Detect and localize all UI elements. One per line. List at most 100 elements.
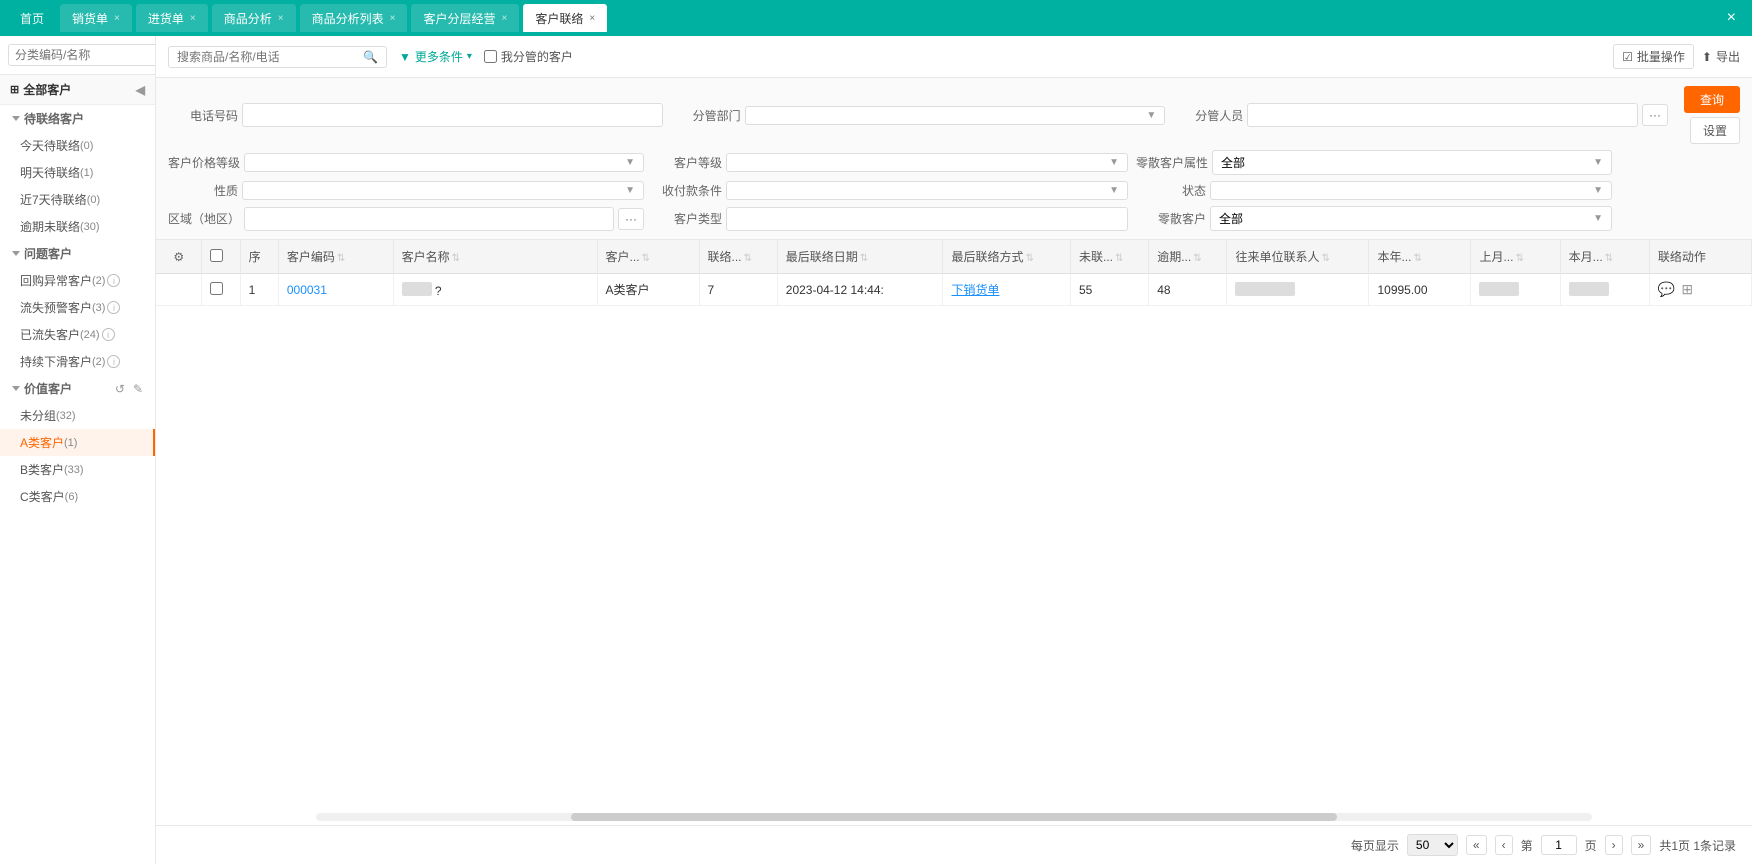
filter-customer-grade-select[interactable]: ▼	[726, 153, 1128, 172]
row-select-checkbox[interactable]	[210, 282, 223, 295]
settings-button[interactable]: 设置	[1690, 117, 1740, 144]
payment-caret: ▼	[1109, 185, 1119, 196]
tab-product-analysis[interactable]: 商品分析 ×	[212, 4, 296, 32]
filter-dept-select[interactable]: ▼	[745, 106, 1166, 125]
close-sales-tab[interactable]: ×	[114, 13, 120, 24]
col-settings[interactable]: ⚙	[156, 240, 202, 274]
sidebar-search-input[interactable]	[8, 44, 156, 66]
page-number-input[interactable]	[1541, 835, 1577, 855]
close-product-analysis-list-tab[interactable]: ×	[390, 13, 396, 24]
col-last-month-header[interactable]: 上月...⇅	[1471, 240, 1560, 274]
batch-op-button[interactable]: ☑ 批量操作	[1613, 44, 1694, 69]
close-all-button[interactable]: ×	[1719, 9, 1744, 27]
col-last-method-header[interactable]: 最后联络方式⇅	[943, 240, 1070, 274]
row-last-method[interactable]: 下销货单	[943, 274, 1070, 306]
more-filter-button[interactable]: ▼ 更多条件 ▾	[399, 48, 472, 65]
col-name-header[interactable]: 客户名称⇅	[393, 240, 597, 274]
edit-value-btn[interactable]: ✎	[131, 382, 145, 396]
col-this-month-header[interactable]: 本月...⇅	[1560, 240, 1649, 274]
h-scrollbar-track[interactable]	[316, 813, 1592, 821]
sidebar-item-today[interactable]: 今天待联络(0)	[0, 132, 155, 159]
close-customer-tier-tab[interactable]: ×	[501, 13, 507, 24]
tab-purchase[interactable]: 进货单 ×	[136, 4, 208, 32]
tab-customer-contact[interactable]: 客户联络 ×	[523, 4, 607, 32]
comment-action-icon[interactable]: 💬	[1658, 281, 1675, 298]
close-product-analysis-tab[interactable]: ×	[278, 13, 284, 24]
filter-retail: 零散客户 全部 ▼	[1136, 206, 1612, 231]
query-button[interactable]: 查询	[1684, 86, 1740, 113]
pagination-bar: 每页显示 50 100 200 « ‹ 第 页 › » 共1页 1条记录	[156, 825, 1752, 864]
info-icon-declining[interactable]: i	[107, 355, 120, 368]
select-all-checkbox[interactable]	[210, 249, 223, 262]
filter-region-input[interactable]	[244, 207, 614, 231]
info-icon-lost[interactable]: i	[102, 328, 115, 341]
filter-retail-attr-select[interactable]: 全部 ▼	[1212, 150, 1612, 175]
filter-retail-select[interactable]: 全部 ▼	[1210, 206, 1612, 231]
sidebar-item-7days[interactable]: 近7天待联络(0)	[0, 186, 155, 213]
export-button[interactable]: ⬆ 导出	[1702, 48, 1740, 65]
col-contact-count-header[interactable]: 联络...⇅	[699, 240, 777, 274]
prev-page-button[interactable]: ‹	[1495, 835, 1513, 855]
tab-home[interactable]: 首页	[8, 4, 56, 32]
row-code[interactable]: 000031	[278, 274, 393, 306]
action-icons: 💬 ⊞	[1658, 281, 1743, 298]
sidebar-item-class-b[interactable]: B类客户(33)	[0, 456, 155, 483]
tab-sales[interactable]: 销货单 ×	[60, 4, 132, 32]
sidebar-group-pending[interactable]: 待联络客户	[0, 105, 155, 132]
sidebar-item-churn-warning[interactable]: 流失预警客户(3) i	[0, 294, 155, 321]
page-size-select[interactable]: 50 100 200	[1407, 834, 1458, 856]
sidebar-item-class-a[interactable]: A类客户(1)	[0, 429, 155, 456]
close-purchase-tab[interactable]: ×	[190, 13, 196, 24]
my-customers-checkbox[interactable]	[484, 50, 497, 63]
filter-customer-type-input[interactable]	[726, 207, 1128, 231]
col-contacts-header[interactable]: 往来单位联系人⇅	[1227, 240, 1369, 274]
sidebar-group-problem[interactable]: 问题客户	[0, 240, 155, 267]
col-overdue-header[interactable]: 逾期...⇅	[1149, 240, 1227, 274]
close-customer-contact-tab[interactable]: ×	[589, 13, 595, 24]
sidebar-item-declining[interactable]: 持续下滑客户(2) i	[0, 348, 155, 375]
sidebar-group-value[interactable]: 价值客户 ↺ ✎	[0, 375, 155, 402]
col-last-date-header[interactable]: 最后联络日期⇅	[777, 240, 943, 274]
row-checkbox[interactable]	[202, 274, 240, 306]
tab-customer-tier[interactable]: 客户分层经营 ×	[411, 4, 519, 32]
info-icon-churn[interactable]: i	[107, 301, 120, 314]
sidebar-all-customers[interactable]: ⊞ 全部客户 ◀	[0, 75, 155, 105]
col-uncontacted-header[interactable]: 未联...⇅	[1070, 240, 1148, 274]
first-page-button[interactable]: «	[1466, 835, 1487, 855]
col-code-header[interactable]: 客户编码⇅	[278, 240, 393, 274]
search-icon[interactable]: 🔍	[363, 50, 378, 64]
filter-nature-select[interactable]: ▼	[242, 181, 644, 200]
tab-product-analysis-list[interactable]: 商品分析列表 ×	[300, 4, 408, 32]
filter-retail-attr: 零散客户属性 全部 ▼	[1136, 150, 1612, 175]
col-checkbox-header[interactable]	[202, 240, 240, 274]
info-icon-abnormal[interactable]: i	[107, 274, 120, 287]
last-method-link[interactable]: 下销货单	[951, 283, 999, 297]
my-customers-checkbox-area[interactable]: 我分管的客户	[484, 48, 573, 65]
filter-payment-select[interactable]: ▼	[726, 181, 1128, 200]
sidebar-item-unclassified[interactable]: 未分组(32)	[0, 402, 155, 429]
h-scrollbar-thumb[interactable]	[571, 813, 1337, 821]
next-page-button[interactable]: ›	[1605, 835, 1623, 855]
filter-manager-dots[interactable]: ···	[1642, 104, 1668, 126]
col-customer-type-header[interactable]: 客户...⇅	[597, 240, 699, 274]
filter-region-dots[interactable]: ···	[618, 208, 644, 230]
table-row: 1 000031 ? A类客户 7 2023-04-12 14:44: 下销货单…	[156, 274, 1752, 306]
last-page-button[interactable]: »	[1631, 835, 1652, 855]
sort-icon-overdue: ⇅	[1193, 253, 1201, 264]
main-search-input[interactable]	[177, 50, 357, 64]
sidebar-item-class-c[interactable]: C类客户(6)	[0, 483, 155, 510]
sidebar-item-abnormal[interactable]: 回购异常客户(2) i	[0, 267, 155, 294]
customer-name-blurred	[402, 282, 432, 296]
col-this-year-header[interactable]: 本年...⇅	[1369, 240, 1471, 274]
filter-phone-input[interactable]	[242, 103, 663, 127]
filter-status-select[interactable]: ▼	[1210, 181, 1612, 200]
sidebar-item-overdue[interactable]: 逾期未联络(30)	[0, 213, 155, 240]
filter-price-grade-select[interactable]: ▼	[244, 153, 644, 172]
sidebar-item-lost[interactable]: 已流失客户(24) i	[0, 321, 155, 348]
refresh-value-btn[interactable]: ↺	[113, 382, 127, 396]
sidebar-collapse-icon[interactable]: ◀	[136, 83, 145, 97]
qr-action-icon[interactable]: ⊞	[1681, 281, 1693, 298]
sidebar-item-tomorrow[interactable]: 明天待联络(1)	[0, 159, 155, 186]
filter-manager-input[interactable]	[1247, 103, 1638, 127]
row-contact-count: 7	[699, 274, 777, 306]
